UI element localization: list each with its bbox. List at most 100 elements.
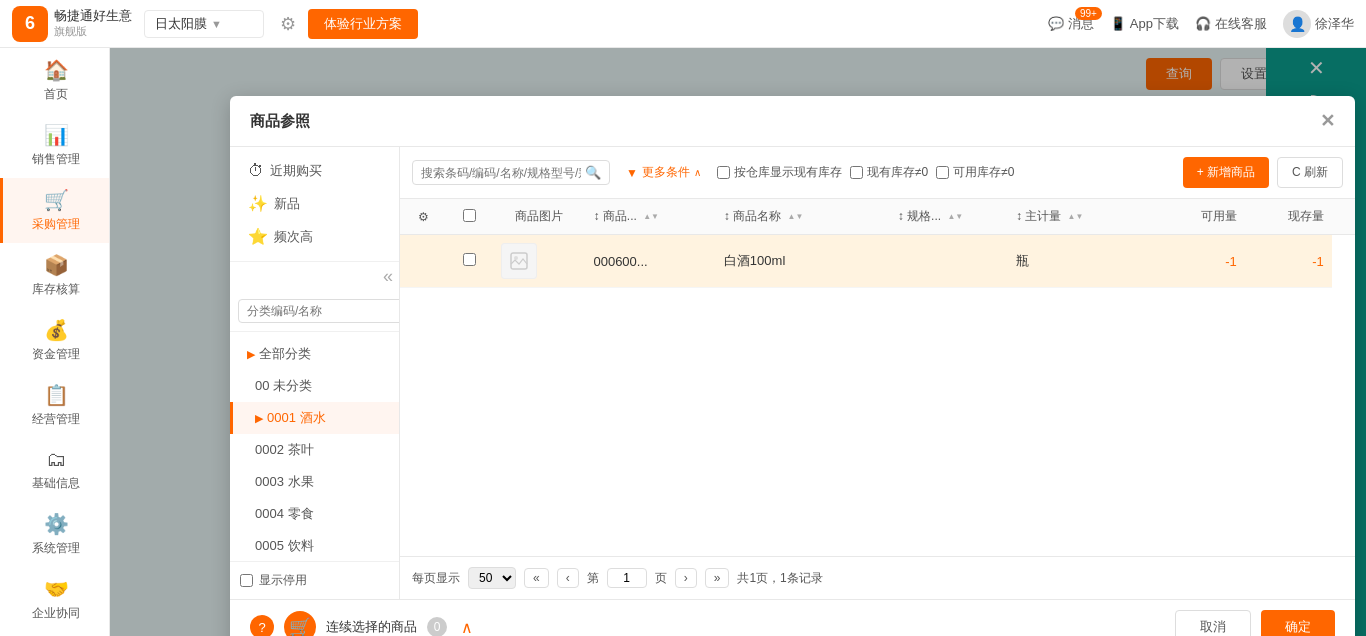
sidebar-item-system[interactable]: ⚙️ 系统管理 [0, 502, 109, 567]
category-search-input[interactable] [238, 299, 400, 323]
category-0003[interactable]: 0003 水果 [230, 466, 399, 498]
toolbar-right: + 新增商品 C 刷新 [1183, 157, 1343, 188]
cat-arrow-all: ▶ [247, 348, 255, 361]
footer-right: 取消 确定 [1175, 610, 1335, 636]
sidebar-item-purchase[interactable]: 🛒 采购管理 [0, 178, 109, 243]
collab-icon: 🤝 [44, 577, 69, 601]
clock-icon: ⏱ [248, 162, 264, 180]
row-checkbox[interactable] [463, 253, 476, 266]
modal-footer: ? 🛒 连续选择的商品 0 ∧ 取消 确定 [230, 599, 1355, 636]
product-search-input[interactable] [421, 166, 581, 180]
page-number-input[interactable] [607, 568, 647, 588]
sidebar-label-finance: 资金管理 [32, 346, 80, 363]
category-0004[interactable]: 0004 零食 [230, 498, 399, 530]
col-checkbox [446, 199, 492, 235]
filter-button[interactable]: ▼ 更多条件 ∧ [618, 160, 709, 185]
sales-icon: 📊 [44, 123, 69, 147]
cancel-button[interactable]: 取消 [1175, 610, 1251, 636]
collapse-panel-icon[interactable]: « [383, 266, 393, 287]
collapse-footer-icon[interactable]: ∧ [461, 618, 473, 637]
select-all-checkbox[interactable] [463, 209, 476, 222]
col-available-header[interactable]: 可用量 [1129, 199, 1245, 235]
modal-header: 商品参照 ✕ [230, 96, 1355, 147]
help-icon[interactable]: ? [250, 615, 274, 636]
stock-nonzero-checkbox[interactable] [850, 166, 863, 179]
col-unit-header[interactable]: ↕ 主计量 ▲▼ [1008, 199, 1129, 235]
col-name-header[interactable]: ↕ 商品名称 ▲▼ [716, 199, 890, 235]
cat-arrow-0001: ▶ [255, 412, 263, 425]
content-area: 查询 设置 刷新 ✕ ⤡ 商品参照 ✕ [110, 48, 1366, 636]
col-spec-header[interactable]: ↕ 规格... ▲▼ [890, 199, 1008, 235]
show-disabled-checkbox[interactable] [240, 574, 253, 587]
col-stock-header[interactable]: 现存量 [1245, 199, 1332, 235]
sidebar-item-collab[interactable]: 🤝 企业协同 [0, 567, 109, 632]
user-item[interactable]: 👤 徐泽华 [1283, 10, 1354, 38]
next-page-button[interactable]: › [675, 568, 697, 588]
modal-close-icon[interactable]: ✕ [1320, 110, 1335, 132]
cart-icon[interactable]: 🛒 [284, 611, 316, 636]
category-0001[interactable]: ▶ 0001 酒水 [230, 402, 399, 434]
finance-icon: 💰 [44, 318, 69, 342]
message-badge: 99+ [1075, 7, 1102, 20]
message-bell-icon: 💬 [1048, 16, 1064, 31]
category-0005[interactable]: 0005 饮料 [230, 530, 399, 561]
app-icon: 📱 [1110, 16, 1126, 31]
online-service-item[interactable]: 🎧 在线客服 [1195, 15, 1267, 33]
product-thumbnail [501, 243, 537, 279]
col-code-header[interactable]: ↕ 商品... ▲▼ [585, 199, 715, 235]
modal-toolbar: 🔍 ▼ 更多条件 ∧ 按仓库显示现有库存 [400, 147, 1355, 199]
product-reference-modal: 商品参照 ✕ ⏱ 近期购买 ✨ 新品 [230, 96, 1355, 636]
system-icon: ⚙️ [44, 512, 69, 536]
left-nav-frequent[interactable]: ⭐ 频次高 [238, 220, 391, 253]
app-download-item[interactable]: 📱 App下载 [1110, 15, 1179, 33]
sidebar-item-inventory[interactable]: 📦 库存核算 [0, 243, 109, 308]
prev-page-button[interactable]: ‹ [557, 568, 579, 588]
table-row[interactable]: 000600... 白酒100ml 瓶 -1 -1 [400, 235, 1355, 288]
sidebar-item-basic[interactable]: 🗂 基础信息 [0, 438, 109, 502]
modal-right-panel: 🔍 ▼ 更多条件 ∧ 按仓库显示现有库存 [400, 147, 1355, 599]
col-settings[interactable]: ⚙ [400, 199, 446, 235]
add-product-button[interactable]: + 新增商品 [1183, 157, 1269, 188]
left-nav-new[interactable]: ✨ 新品 [238, 187, 391, 220]
warehouse-checkbox[interactable] [717, 166, 730, 179]
left-nav-recent[interactable]: ⏱ 近期购买 [238, 155, 391, 187]
trial-button[interactable]: 体验行业方案 [308, 9, 418, 39]
checkbox-warehouse[interactable]: 按仓库显示现有库存 [717, 164, 842, 181]
filter-arrow-icon: ∧ [694, 167, 701, 178]
settings-icon[interactable]: ⚙ [280, 13, 296, 35]
last-page-button[interactable]: » [705, 568, 730, 588]
search-icon[interactable]: 🔍 [585, 165, 601, 180]
table-header-row: ⚙ 商品图片 ↕ 商品... [400, 199, 1355, 235]
cart-count-label: 连续选择的商品 [326, 618, 417, 636]
modal-left-panel: ⏱ 近期购买 ✨ 新品 ⭐ 频次高 « [230, 147, 400, 599]
category-all[interactable]: ▶ 全部分类 [230, 338, 399, 370]
modal-title: 商品参照 [250, 112, 310, 131]
sidebar-item-sales[interactable]: 📊 销售管理 [0, 113, 109, 178]
home-icon: 🏠 [44, 58, 69, 82]
sidebar-label-collab: 企业协同 [32, 605, 80, 622]
store-select[interactable]: 日太阳膜 ▼ [144, 10, 264, 38]
purchase-icon: 🛒 [44, 188, 69, 212]
logo-area: 6 畅捷通好生意 旗舰版 [12, 6, 132, 42]
sidebar-item-home[interactable]: 🏠 首页 [0, 48, 109, 113]
category-00[interactable]: 00 未分类 [230, 370, 399, 402]
checkbox-stock-nonzero[interactable]: 现有库存≠0 [850, 164, 928, 181]
first-page-button[interactable]: « [524, 568, 549, 588]
message-icon[interactable]: 💬 消息 99+ [1048, 15, 1094, 33]
checkbox-avail-nonzero[interactable]: 可用库存≠0 [936, 164, 1014, 181]
logo-icon: 6 [12, 6, 48, 42]
row-code: 000600... [585, 235, 715, 288]
confirm-button[interactable]: 确定 [1261, 610, 1335, 636]
per-page-select[interactable]: 50 [468, 567, 516, 589]
row-name: 白酒100ml [716, 235, 890, 288]
sidebar-item-operations[interactable]: 📋 经营管理 [0, 373, 109, 438]
inventory-icon: 📦 [44, 253, 69, 277]
sort-name-icon: ▲▼ [788, 212, 804, 221]
sidebar-item-finance[interactable]: 💰 资金管理 [0, 308, 109, 373]
category-0002[interactable]: 0002 茶叶 [230, 434, 399, 466]
refresh-button[interactable]: C 刷新 [1277, 157, 1343, 188]
sidebar-item-guide[interactable]: 📖 新手引导 [0, 632, 109, 636]
sidebar-label-purchase: 采购管理 [32, 216, 80, 233]
row-unit: 瓶 [1008, 235, 1129, 288]
avail-nonzero-checkbox[interactable] [936, 166, 949, 179]
